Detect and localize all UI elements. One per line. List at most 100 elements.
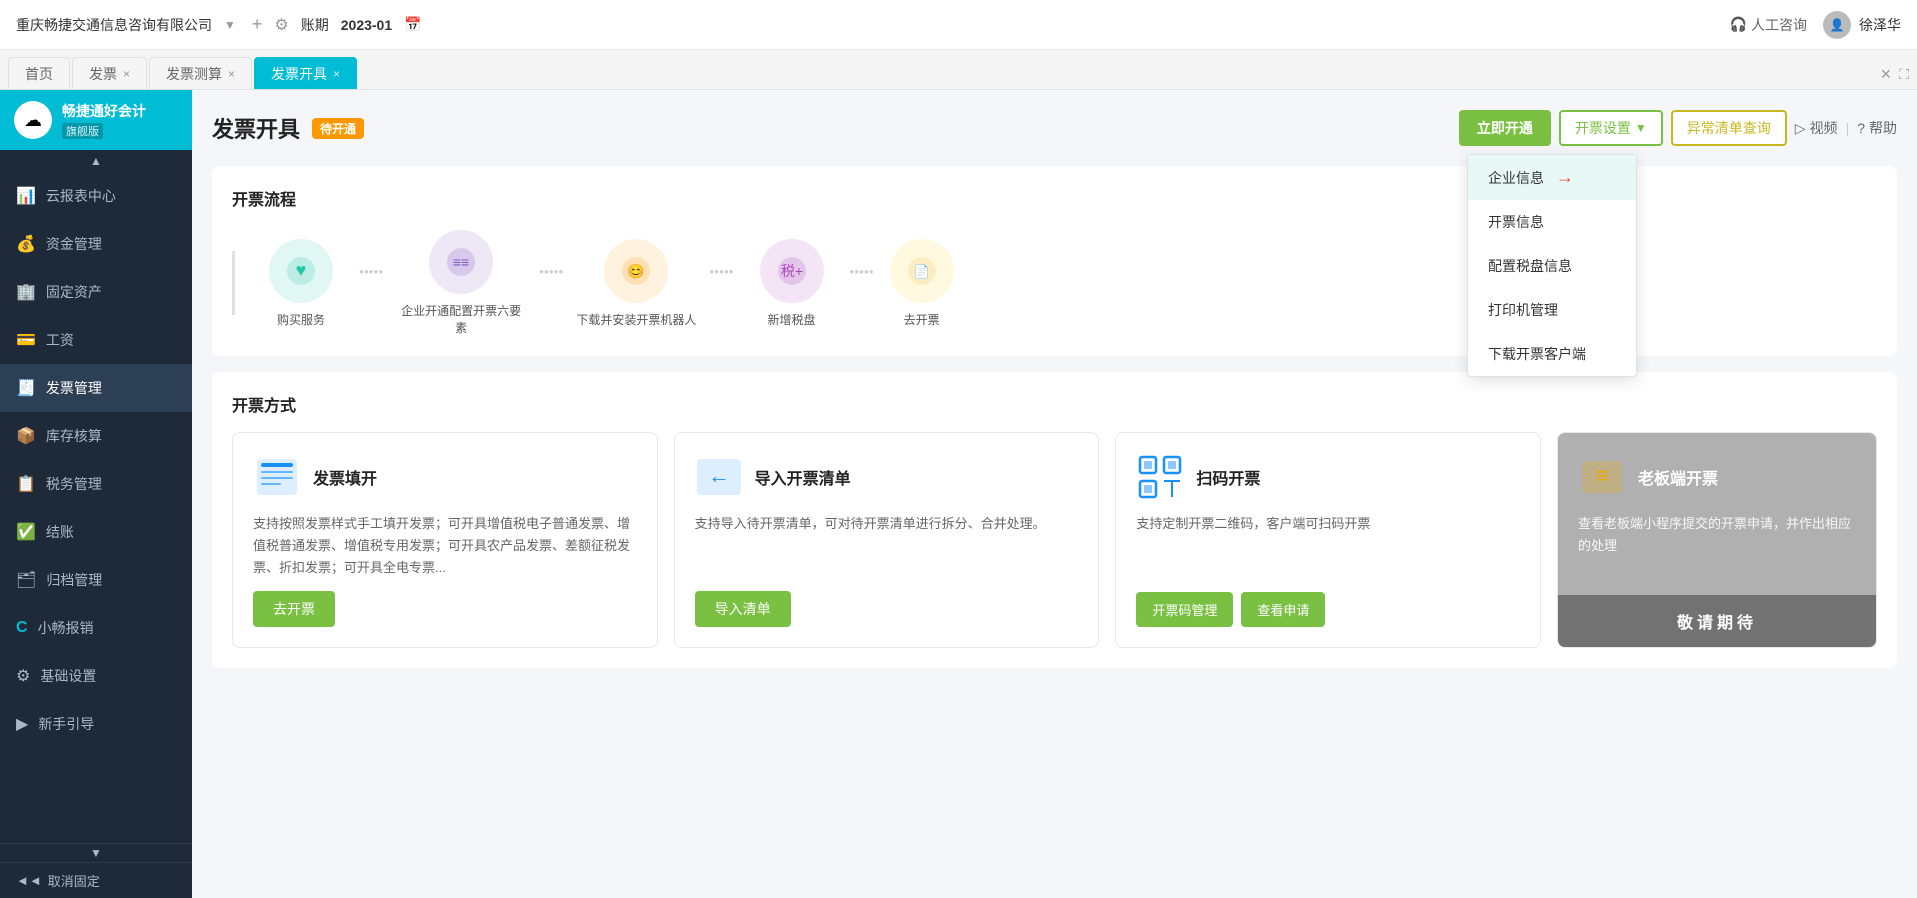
dropdown-invoice-info-label: 开票信息 [1488, 214, 1544, 230]
sidebar-item-fund-mgmt[interactable]: 💰 资金管理 [0, 220, 192, 268]
invoice-settings-button[interactable]: 开票设置 ▼ [1559, 110, 1663, 146]
page-title: 发票开具 [212, 112, 300, 144]
sidebar-item-invoice-mgmt[interactable]: 🧾 发票管理 [0, 364, 192, 412]
support-label: 人工咨询 [1751, 15, 1807, 35]
import-list-button[interactable]: 导入清单 [695, 591, 791, 627]
tab-home-label: 首页 [25, 64, 53, 84]
user-name: 徐泽华 [1859, 15, 1901, 35]
import-list-icon: ← [695, 453, 743, 501]
fill-invoice-desc: 支持按照发票样式手工填开发票；可开具增值税电子普通发票、增值税普通发票、增值税专… [253, 513, 637, 579]
sidebar-item-fixed-assets[interactable]: 🏢 固定资产 [0, 268, 192, 316]
support-btn[interactable]: 🎧 人工咨询 [1730, 15, 1807, 35]
calendar-icon[interactable]: 📅 [404, 16, 421, 33]
sidebar-item-tax-mgmt[interactable]: 📋 税务管理 [0, 460, 192, 508]
sidebar-item-archive[interactable]: 🗂 归档管理 [0, 556, 192, 604]
tab-expand-icon[interactable]: ⛶ [1899, 66, 1909, 83]
svg-text:♥: ♥ [296, 260, 307, 280]
dropdown-item-download-client[interactable]: 下载开票客户端 [1468, 332, 1636, 376]
sidebar-item-xiao-report[interactable]: C 小畅报销 [0, 604, 192, 652]
tab-home[interactable]: 首页 [8, 57, 70, 89]
add-company-icon[interactable]: + [252, 14, 263, 35]
activate-button[interactable]: 立即开通 [1459, 110, 1551, 146]
scan-invoice-desc: 支持定制开票二维码，客户端可扫码开票 [1136, 513, 1520, 580]
dropdown-item-company-info[interactable]: 企业信息 → [1468, 155, 1636, 200]
divider: | [1846, 120, 1850, 136]
process-go-invoice-label: 去开票 [904, 311, 940, 328]
scan-invoice-title: 扫码开票 [1196, 465, 1260, 489]
period-label: 账期 [301, 15, 329, 35]
invoice-settings-label: 开票设置 [1575, 118, 1631, 138]
checkout-icon: ✅ [16, 522, 36, 542]
dropdown-item-printer-mgmt[interactable]: 打印机管理 [1468, 288, 1636, 332]
svg-text:📄: 📄 [914, 264, 930, 279]
tab-invoice-calc[interactable]: 发票测算 × [149, 57, 252, 89]
video-button[interactable]: ▷ 视频 [1795, 118, 1838, 138]
basic-settings-icon: ⚙ [16, 666, 30, 686]
sidebar-scroll-up[interactable]: ▲ [0, 150, 192, 172]
xiao-report-icon: C [16, 619, 28, 637]
tab-invoice-calc-close[interactable]: × [228, 67, 235, 81]
exception-query-button[interactable]: 异常清单查询 [1671, 110, 1787, 146]
sidebar-cancel-fixed[interactable]: ◄◄ 取消固定 [0, 862, 192, 898]
process-step-go-invoice: 📄 去开票 [882, 239, 962, 328]
tab-invoice-open-close[interactable]: × [333, 67, 340, 81]
method-card-import: ← 导入开票清单 支持导入待开票清单，可对待开票清单进行拆分、合并处理。 导入清… [674, 432, 1100, 648]
svg-text:←: ← [708, 463, 730, 488]
arrow-indicator-icon: → [1556, 167, 1574, 188]
tax-mgmt-label: 税务管理 [46, 474, 102, 494]
new-guide-icon: ▶ [16, 714, 28, 734]
process-buy-label: 购买服务 [277, 311, 325, 328]
scan-code-mgmt-button[interactable]: 开票码管理 [1136, 592, 1233, 627]
sidebar-items: 📊 云报表中心 💰 资金管理 🏢 固定资产 💳 工资 🧾 发票管理 📦 [0, 172, 192, 843]
company-name: 重庆畅捷交通信息咨询有限公司 [16, 15, 212, 35]
headset-icon: 🎧 [1730, 16, 1747, 33]
sidebar-item-checkout[interactable]: ✅ 结账 [0, 508, 192, 556]
tab-invoice-open-label: 发票开具 [271, 64, 327, 84]
fixed-assets-icon: 🏢 [16, 282, 36, 302]
tab-close-icon[interactable]: × [1881, 64, 1892, 85]
sidebar-item-basic-settings[interactable]: ⚙ 基础设置 [0, 652, 192, 700]
boss-invoice-icon: ≡ [1578, 453, 1626, 501]
settings-icon[interactable]: ⚙ [274, 15, 288, 35]
process-step-config: ≡≡ 企业开通配置开票六要素 [391, 230, 531, 336]
scan-view-apply-button[interactable]: 查看申请 [1241, 592, 1325, 627]
fill-invoice-button[interactable]: 去开票 [253, 591, 335, 627]
dropdown-download-client-label: 下载开票客户端 [1488, 346, 1586, 362]
company-dropdown-icon[interactable]: ▼ [224, 18, 236, 32]
cloud-report-label: 云报表中心 [46, 186, 116, 206]
inventory-label: 库存核算 [46, 426, 102, 446]
dropdown-item-invoice-info[interactable]: 开票信息 [1468, 200, 1636, 244]
dropdown-printer-mgmt-label: 打印机管理 [1488, 302, 1558, 318]
fixed-assets-label: 固定资产 [46, 282, 102, 302]
process-taxdisk-label: 新增税盘 [768, 311, 816, 328]
logo-icon: ☁ [14, 101, 52, 139]
sidebar-item-inventory[interactable]: 📦 库存核算 [0, 412, 192, 460]
process-step-divider [232, 251, 235, 315]
tab-invoice-close[interactable]: × [123, 67, 130, 81]
inventory-icon: 📦 [16, 426, 36, 446]
sidebar-item-new-guide[interactable]: ▶ 新手引导 [0, 700, 192, 748]
process-step-taxdisk: 税+ 新增税盘 [742, 239, 842, 328]
cancel-icon: ◄◄ [16, 873, 42, 888]
invoice-mgmt-icon: 🧾 [16, 378, 36, 398]
dropdown-item-tax-config[interactable]: 配置税盘信息 [1468, 244, 1636, 288]
tab-invoice[interactable]: 发票 × [72, 57, 147, 89]
process-download-label: 下载并安装开票机器人 [576, 311, 696, 328]
dropdown-arrow-icon: ▼ [1635, 121, 1647, 135]
process-step-download: 😊 下载并安装开票机器人 [571, 239, 701, 328]
tax-mgmt-icon: 📋 [16, 474, 36, 494]
fill-invoice-icon [253, 453, 301, 501]
tab-invoice-open[interactable]: 发票开具 × [254, 57, 357, 89]
sidebar-scroll-down[interactable]: ▼ [0, 843, 192, 862]
topbar-right: 🎧 人工咨询 👤 徐泽华 [1730, 11, 1901, 39]
new-guide-label: 新手引导 [38, 714, 94, 734]
sidebar-item-salary[interactable]: 💳 工资 [0, 316, 192, 364]
basic-settings-label: 基础设置 [40, 666, 96, 686]
avatar-icon: 👤 [1823, 11, 1851, 39]
sidebar-item-cloud-report[interactable]: 📊 云报表中心 [0, 172, 192, 220]
dropdown-menu: 企业信息 → 开票信息 配置税盘信息 打印机管理 下载开票客户端 [1467, 154, 1637, 377]
status-badge: 待开通 [312, 118, 364, 139]
dropdown-company-info-label: 企业信息 [1488, 168, 1544, 188]
help-button[interactable]: ? 帮助 [1857, 118, 1897, 138]
user-area[interactable]: 👤 徐泽华 [1823, 11, 1901, 39]
